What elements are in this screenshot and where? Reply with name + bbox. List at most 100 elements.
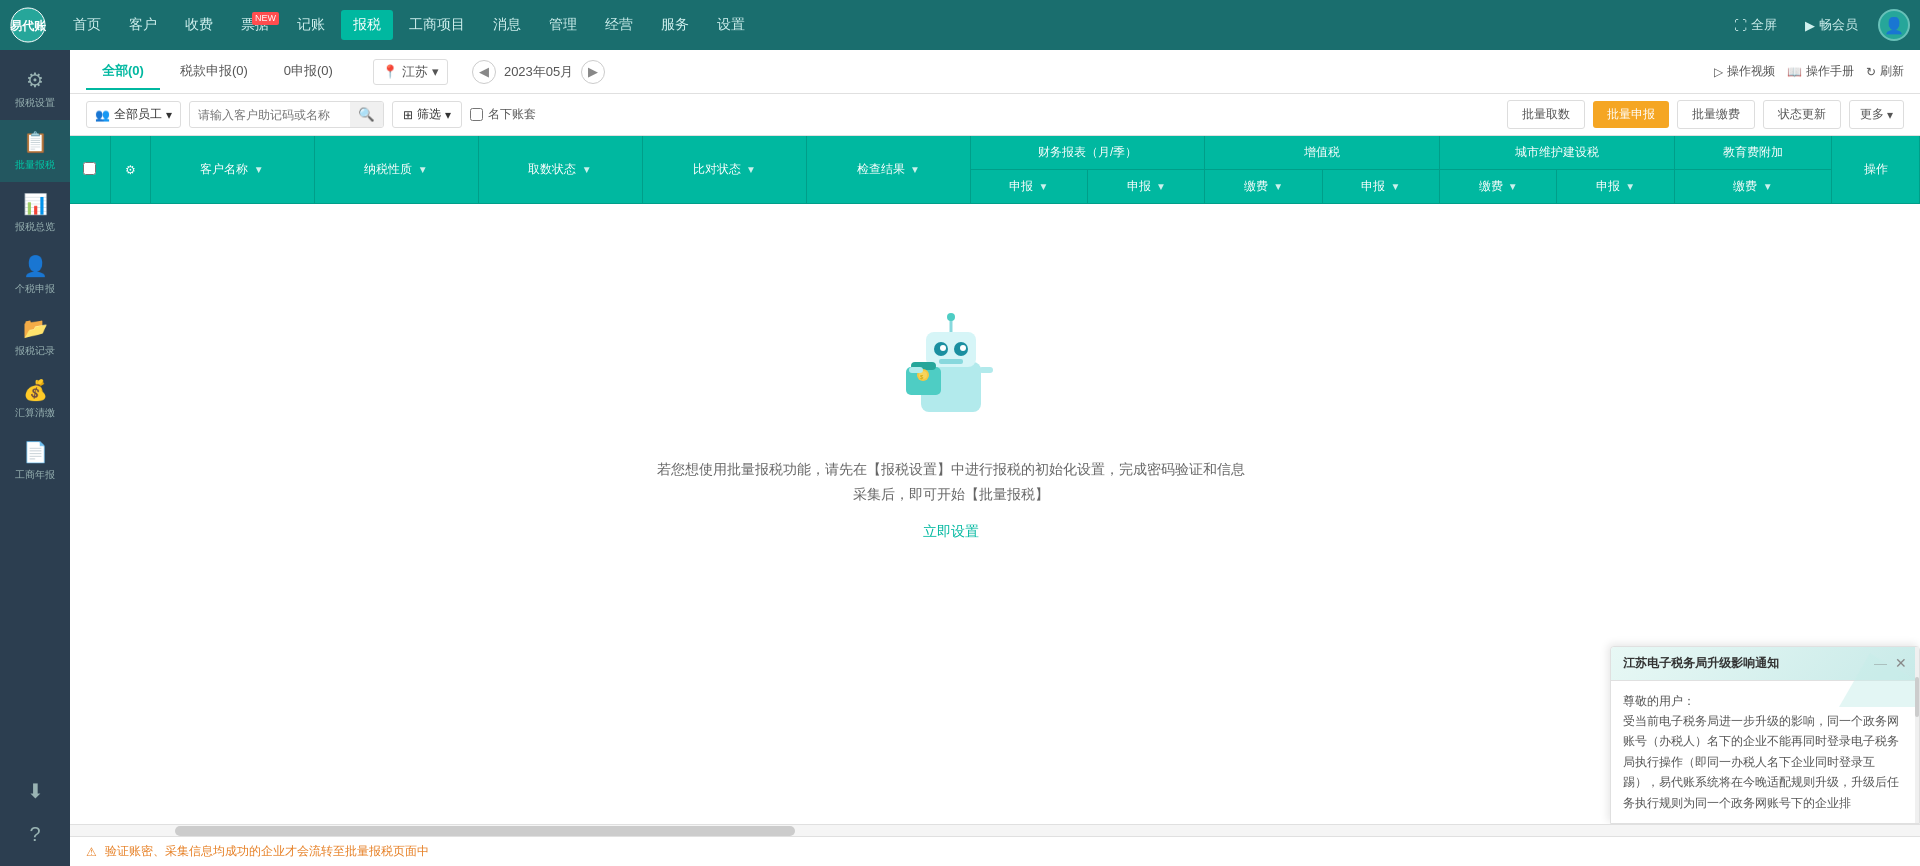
th-city-declare: 申报 ▼ [1322,170,1439,204]
th-checkbox[interactable] [70,136,110,204]
svg-point-7 [960,345,966,351]
tab-tax-declare[interactable]: 税款申报(0) [164,54,264,90]
download-icon: ⬇ [27,779,44,803]
refresh-button[interactable]: ↻ 刷新 [1866,63,1904,80]
fullscreen-icon: ⛶ [1734,18,1747,33]
nav-home[interactable]: 首页 [61,10,113,40]
th-tax-type: 纳税性质 ▼ [314,136,478,204]
notification-panel: 江苏电子税务局升级影响通知 — ✕ 尊敬的用户： 受当前电子税务局进一步升级的影… [1610,646,1920,824]
annual-report-icon: 📄 [23,440,48,464]
sidebar-item-tax-records[interactable]: 📂 报税记录 [0,306,70,368]
th-city-construction: 城市维护建设税 [1439,136,1674,170]
sidebar-item-help[interactable]: ? [0,813,70,856]
sidebar-item-tax-overview[interactable]: 📊 报税总览 [0,182,70,244]
settlement-icon: 💰 [23,378,48,402]
help-icon: ? [29,823,40,846]
batch-pay-button[interactable]: 批量缴费 [1677,100,1755,129]
th-edu-declare: 申报 ▼ [1557,170,1674,204]
sub-account-checkbox[interactable] [470,108,483,121]
nav-service[interactable]: 服务 [649,10,701,40]
nav-management[interactable]: 管理 [537,10,589,40]
sidebar-item-settlement[interactable]: 💰 汇算清缴 [0,368,70,430]
th-vat-declare: 申报 ▼ [1088,170,1205,204]
select-all-checkbox[interactable] [83,162,96,175]
employee-select[interactable]: 👥 全部员工 ▾ [86,101,181,128]
video-icon: ▷ [1714,65,1723,79]
toolbar: 👥 全部员工 ▾ 🔍 ⊞ 筛选 ▾ 名下账套 批量取数 批量申报 批量缴费 [70,94,1920,136]
scroll-thumb[interactable] [175,826,795,836]
svg-rect-10 [939,359,963,364]
sidebar-item-personal-tax[interactable]: 👤 个税申报 [0,244,70,306]
operation-video-link[interactable]: ▷ 操作视频 [1714,63,1775,80]
search-box: 🔍 [189,101,384,128]
search-button[interactable]: 🔍 [350,102,383,127]
svg-rect-18 [1839,653,1919,707]
search-input[interactable] [190,104,350,126]
warning-icon: ⚠ [86,845,97,859]
next-month-button[interactable]: ▶ [581,60,605,84]
top-navigation: 易代账 首页 客户 收费 票据 NEW 记账 报税 工商项目 消息 管理 经营 … [0,0,1920,50]
nav-tax[interactable]: 报税 [341,10,393,40]
content-area: 全部(0) 税款申报(0) 0申报(0) 📍 江苏 ▾ ◀ 2023年05月 ▶ [70,50,1920,866]
manual-icon: 📖 [1787,65,1802,79]
dropdown-icon: ▾ [166,108,172,122]
notification-scrollbar[interactable] [1915,647,1919,823]
status-update-button[interactable]: 状态更新 [1763,100,1841,129]
nav-operation[interactable]: 经营 [593,10,645,40]
th-vat-pay: 缴费 ▼ [1205,170,1322,204]
setup-link[interactable]: 立即设置 [923,523,979,541]
svg-text:易代账: 易代账 [10,19,46,33]
logo-icon[interactable]: 易代账 [10,7,46,43]
member-button[interactable]: ▶ 畅会员 [1797,12,1866,38]
province-select[interactable]: 📍 江苏 ▾ [373,59,448,85]
bottom-bar: ⚠ 验证账密、采集信息均成功的企业才会流转至批量报税页面中 [70,836,1920,866]
notif-decoration [1839,647,1919,707]
batch-declare-button[interactable]: 批量申报 [1593,101,1669,128]
prev-month-button[interactable]: ◀ [472,60,496,84]
sidebar-item-tax-settings[interactable]: ⚙ 报税设置 [0,58,70,120]
sub-account-checkbox-label[interactable]: 名下账套 [470,106,536,123]
sidebar-label-annual-report: 工商年报 [15,468,55,482]
nav-fee[interactable]: 收费 [173,10,225,40]
sidebar-bottom: ⬇ ? [0,769,70,866]
fullscreen-button[interactable]: ⛶ 全屏 [1726,12,1785,38]
tab-all[interactable]: 全部(0) [86,54,160,90]
filter-chevron-icon: ▾ [445,108,451,122]
more-button[interactable]: 更多 ▾ [1849,100,1904,129]
nav-business[interactable]: 工商项目 [397,10,477,40]
nav-customer[interactable]: 客户 [117,10,169,40]
nav-ticket[interactable]: 票据 NEW [229,10,281,40]
th-gear: ⚙ [110,136,150,204]
current-month: 2023年05月 [504,63,573,81]
sidebar-item-batch-tax[interactable]: 📋 批量报税 [0,120,70,182]
tab-zero-declare[interactable]: 0申报(0) [268,54,349,90]
svg-point-6 [940,345,946,351]
operation-manual-link[interactable]: 📖 操作手册 [1787,63,1854,80]
notification-scroll-thumb[interactable] [1915,677,1919,717]
sidebar-item-download[interactable]: ⬇ [0,769,70,813]
nav-message[interactable]: 消息 [481,10,533,40]
notification-title: 江苏电子税务局升级影响通知 [1623,655,1779,672]
filter-button[interactable]: ⊞ 筛选 ▾ [392,101,462,128]
tax-records-icon: 📂 [23,316,48,340]
sidebar-item-annual-report[interactable]: 📄 工商年报 [0,430,70,492]
th-vat: 增值税 [1205,136,1440,170]
sidebar-label-tax-settings: 报税设置 [15,96,55,110]
svg-rect-17 [979,367,993,373]
nav-settings[interactable]: 设置 [705,10,757,40]
nav-bookkeeping[interactable]: 记账 [285,10,337,40]
main-layout: ⚙ 报税设置 📋 批量报税 📊 报税总览 👤 个税申报 📂 报税记录 💰 汇算清… [0,50,1920,866]
personal-tax-icon: 👤 [23,254,48,278]
nav-right-area: ⛶ 全屏 ▶ 畅会员 👤 [1726,9,1910,41]
tabs-bar-right: ▷ 操作视频 📖 操作手册 ↻ 刷新 [1714,63,1904,80]
batch-fetch-button[interactable]: 批量取数 [1507,100,1585,129]
tax-overview-icon: 📊 [23,192,48,216]
svg-rect-16 [909,367,923,373]
th-financial-report: 财务报表（月/季） [970,136,1205,170]
user-avatar[interactable]: 👤 [1878,9,1910,41]
tax-settings-icon: ⚙ [26,68,44,92]
th-check-result: 检查结果 ▼ [806,136,970,204]
horizontal-scrollbar[interactable] [70,824,1920,836]
svg-point-9 [947,313,955,321]
table-container[interactable]: ⚙ 客户名称 ▼ 纳税性质 ▼ 取数状态 ▼ 比对状态 ▼ 检查结果 ▼ 财务报… [70,136,1920,824]
